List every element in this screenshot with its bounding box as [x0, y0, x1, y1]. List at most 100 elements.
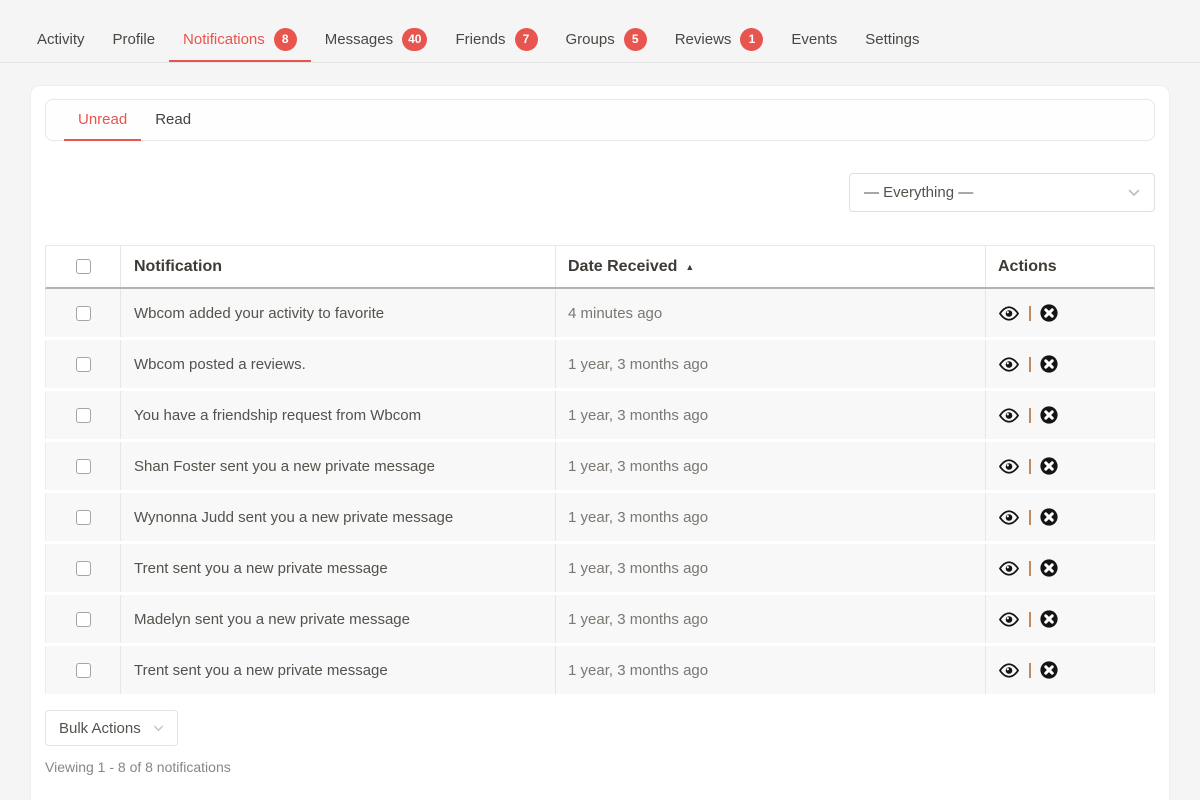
selected-filter-value: — Everything — [864, 184, 974, 201]
notifications-panel: Unread Read — Everything — Notification … [30, 85, 1170, 800]
notification-text: Madelyn sent you a new private message [134, 610, 410, 628]
x-circle-icon[interactable] [1040, 304, 1058, 322]
eye-icon[interactable] [998, 509, 1020, 525]
reviews-count-badge: 1 [740, 27, 764, 51]
notification-text: Shan Foster sent you a new private messa… [134, 457, 435, 475]
nav-tab-reviews[interactable]: Reviews 1 [661, 0, 778, 62]
action-separator [1029, 560, 1031, 576]
groups-count-badge: 5 [623, 27, 647, 51]
table-row: Trent sent you a new private message 1 y… [45, 544, 1155, 592]
row-checkbox[interactable] [75, 356, 91, 372]
row-checkbox[interactable] [75, 305, 91, 321]
notification-text: Wbcom added your activity to favorite [134, 304, 385, 322]
filter-row: — Everything — [45, 173, 1155, 212]
chevron-down-icon [1128, 189, 1140, 197]
x-circle-icon[interactable] [1040, 508, 1058, 526]
x-circle-icon[interactable] [1040, 661, 1058, 679]
eye-icon[interactable] [998, 560, 1020, 576]
notification-text: Wynonna Judd sent you a new private mess… [134, 508, 454, 526]
notification-date: 1 year, 3 months ago [568, 559, 709, 577]
notification-text: Wbcom posted a reviews. [134, 355, 306, 373]
nav-tab-label: Messages [324, 30, 394, 48]
row-checkbox[interactable] [75, 509, 91, 525]
messages-count-badge: 40 [402, 27, 428, 51]
subnav-tab-read[interactable]: Read [141, 100, 205, 141]
eye-icon[interactable] [998, 356, 1020, 372]
action-separator [1029, 407, 1031, 423]
action-separator [1029, 305, 1031, 321]
select-all-checkbox[interactable] [75, 259, 91, 274]
table-header-row: Notification Date Received ▲ Actions [45, 245, 1155, 289]
x-circle-icon[interactable] [1040, 457, 1058, 475]
table-row: Wbcom added your activity to favorite 4 … [45, 289, 1155, 337]
main-nav: Activity Profile Notifications 8 Message… [0, 0, 1200, 63]
eye-icon[interactable] [998, 611, 1020, 627]
row-checkbox[interactable] [75, 611, 91, 627]
notification-count-badge: 8 [273, 27, 297, 51]
nav-tab-label: Activity [37, 30, 85, 48]
nav-tab-label: Profile [112, 30, 156, 48]
notification-column-header: Notification [134, 257, 222, 275]
subnav-tab-unread[interactable]: Unread [64, 100, 142, 141]
bulk-actions-label: Bulk Actions [59, 719, 141, 737]
nav-tab-friends[interactable]: Friends 7 [441, 0, 551, 62]
action-separator [1029, 509, 1031, 525]
action-separator [1029, 356, 1031, 372]
notification-date: 1 year, 3 months ago [568, 610, 709, 628]
pagination-status: Viewing 1 - 8 of 8 notifications [45, 759, 231, 775]
row-checkbox[interactable] [75, 458, 91, 474]
notification-date: 1 year, 3 months ago [568, 406, 709, 424]
notification-date: 4 minutes ago [568, 304, 663, 322]
notification-date: 1 year, 3 months ago [568, 457, 709, 475]
date-column-header[interactable]: Date Received ▲ [556, 246, 986, 287]
table-row: Shan Foster sent you a new private messa… [45, 442, 1155, 490]
notification-text: Trent sent you a new private message [134, 559, 388, 577]
table-row: Trent sent you a new private message 1 y… [45, 646, 1155, 694]
nav-tab-label: Notifications [183, 30, 265, 48]
nav-tab-notifications[interactable]: Notifications 8 [169, 0, 311, 62]
table-row: You have a friendship request from Wbcom… [45, 391, 1155, 439]
notification-date: 1 year, 3 months ago [568, 355, 709, 373]
x-circle-icon[interactable] [1040, 610, 1058, 628]
notification-date: 1 year, 3 months ago [568, 661, 709, 679]
row-checkbox[interactable] [75, 407, 91, 423]
eye-icon[interactable] [998, 662, 1020, 678]
notification-date: 1 year, 3 months ago [568, 508, 709, 526]
nav-tab-label: Friends [455, 30, 506, 48]
nav-tab-groups[interactable]: Groups 5 [552, 0, 661, 62]
table-row: Madelyn sent you a new private message 1… [45, 595, 1155, 643]
table-body: Wbcom added your activity to favorite 4 … [45, 289, 1155, 694]
bulk-actions-select[interactable]: Bulk Actions [45, 710, 178, 746]
table-row: Wynonna Judd sent you a new private mess… [45, 493, 1155, 541]
subnav-tab-label: Read [155, 111, 192, 128]
x-circle-icon[interactable] [1040, 406, 1058, 424]
action-separator [1029, 662, 1031, 678]
action-separator [1029, 458, 1031, 474]
nav-tab-settings[interactable]: Settings [851, 0, 933, 62]
row-checkbox[interactable] [75, 560, 91, 576]
action-separator [1029, 611, 1031, 627]
notifications-table: Notification Date Received ▲ Actions Wbc… [45, 245, 1155, 694]
x-circle-icon[interactable] [1040, 355, 1058, 373]
nav-tab-label: Settings [865, 30, 920, 48]
eye-icon[interactable] [998, 407, 1020, 423]
eye-icon[interactable] [998, 458, 1020, 474]
eye-icon[interactable] [998, 305, 1020, 321]
nav-tab-events[interactable]: Events [777, 0, 851, 62]
x-circle-icon[interactable] [1040, 559, 1058, 577]
friends-count-badge: 7 [514, 27, 538, 51]
sort-ascending-icon[interactable]: ▲ [685, 262, 694, 272]
subnav-tab-label: Unread [78, 111, 128, 128]
nav-tab-profile[interactable]: Profile [99, 0, 170, 62]
table-row: Wbcom posted a reviews. 1 year, 3 months… [45, 340, 1155, 388]
nav-tab-label: Reviews [674, 30, 732, 48]
row-checkbox[interactable] [75, 662, 91, 678]
nav-tab-messages[interactable]: Messages 40 [311, 0, 442, 62]
read-state-subnav: Unread Read [45, 99, 1155, 141]
nav-tab-label: Groups [565, 30, 615, 48]
actions-column-header: Actions [998, 257, 1057, 275]
notification-text: You have a friendship request from Wbcom [134, 406, 422, 424]
nav-tab-activity[interactable]: Activity [23, 0, 99, 62]
notification-type-select[interactable]: — Everything — [849, 173, 1155, 212]
nav-tab-label: Events [791, 30, 838, 48]
